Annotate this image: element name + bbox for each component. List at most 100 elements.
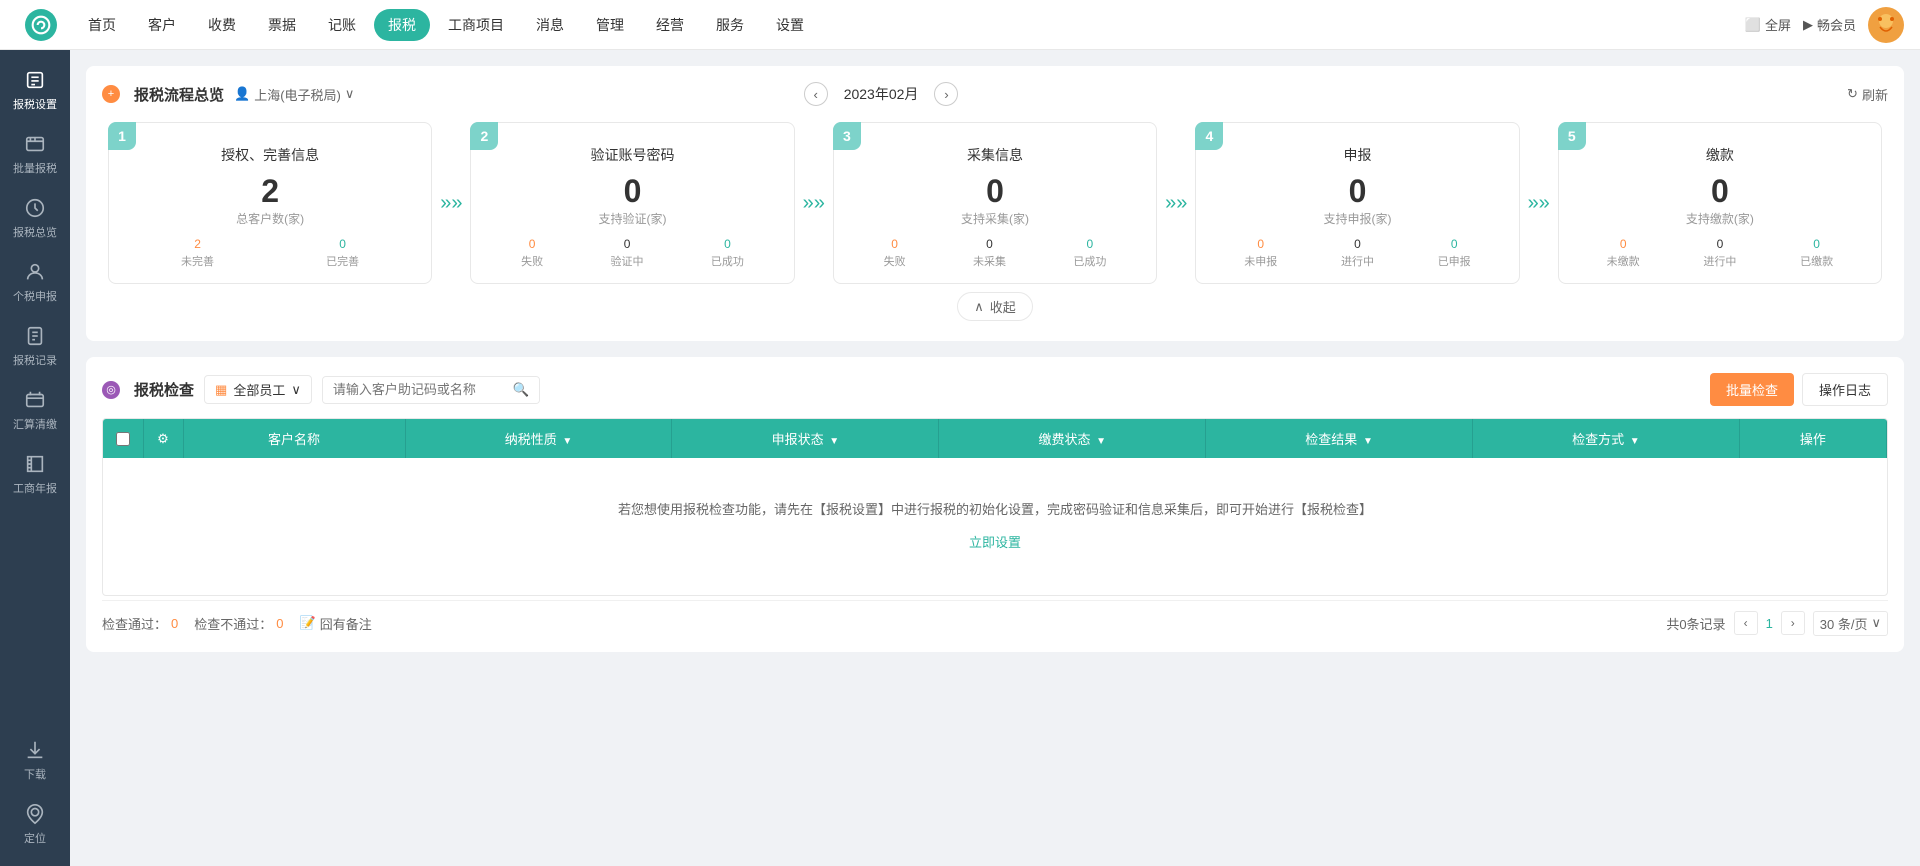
refresh-icon: ↻ bbox=[1847, 86, 1858, 102]
search-input[interactable] bbox=[323, 377, 503, 402]
stat-label-1-1: 已完善 bbox=[326, 253, 359, 269]
stat-val-3-1: 0 bbox=[986, 237, 993, 251]
download-icon bbox=[23, 738, 47, 762]
nav-item-customer[interactable]: 客户 bbox=[134, 9, 190, 41]
employee-filter-icon: ▦ bbox=[215, 382, 227, 398]
collapse-bar: ∧ 收起 bbox=[102, 284, 1888, 325]
sidebar-item-location[interactable]: 定位 bbox=[0, 794, 70, 854]
location-tag[interactable]: 👤 上海(电子税局) ∨ bbox=[234, 85, 354, 104]
nav-item-service[interactable]: 服务 bbox=[702, 9, 758, 41]
search-button[interactable]: 🔍 bbox=[503, 377, 540, 403]
sidebar-item-download[interactable]: 下载 bbox=[0, 730, 70, 790]
refresh-btn[interactable]: ↻ 刷新 bbox=[1847, 85, 1888, 104]
stat-label-1-0: 未完善 bbox=[181, 253, 214, 269]
stat-val-3-2: 0 bbox=[1087, 237, 1094, 251]
stat-label-2-2: 已成功 bbox=[711, 253, 744, 269]
empty-text: 若您想使用报税检查功能，请先在【报税设置】中进行报税的初始化设置，完成密码验证和… bbox=[123, 498, 1867, 521]
th-check-method[interactable]: 检查方式 ▼ bbox=[1473, 419, 1740, 458]
nav-item-operation[interactable]: 经营 bbox=[642, 9, 698, 41]
fail-count[interactable]: 0 bbox=[276, 616, 283, 631]
stat-val-1-0: 2 bbox=[194, 237, 201, 251]
annual-report-icon bbox=[23, 452, 47, 476]
step-num-5: 5 bbox=[1558, 122, 1586, 150]
th-check-result[interactable]: 检查结果 ▼ bbox=[1206, 419, 1473, 458]
employee-filter[interactable]: ▦ 全部员工 ∨ bbox=[204, 375, 312, 404]
per-page-chevron-icon: ∨ bbox=[1871, 615, 1881, 631]
logo bbox=[16, 0, 66, 50]
th-tax-nature[interactable]: 纳税性质 ▼ bbox=[405, 419, 672, 458]
step-sub-5: 支持缴款(家) bbox=[1575, 210, 1865, 227]
tax-settings-icon bbox=[23, 68, 47, 92]
sidebar-item-tax-settlement[interactable]: 汇算清缴 bbox=[0, 378, 70, 442]
step-title-3: 采集信息 bbox=[850, 145, 1140, 165]
table-header-row: ⚙ 客户名称 纳税性质 ▼ 申报状态 ▼ bbox=[103, 419, 1887, 458]
nav-item-message[interactable]: 消息 bbox=[522, 9, 578, 41]
stat-val-5-1: 0 bbox=[1717, 237, 1724, 251]
nav-item-home[interactable]: 首页 bbox=[74, 9, 130, 41]
sidebar-item-tax-record[interactable]: 报税记录 bbox=[0, 314, 70, 378]
arrow-3: »» bbox=[1163, 122, 1189, 284]
location-person-icon: 👤 bbox=[234, 86, 250, 102]
fullscreen-btn[interactable]: ⬜ 全屏 bbox=[1745, 15, 1791, 34]
top-nav: 首页 客户 收费 票据 记账 报税 工商项目 消息 管理 经营 服务 设置 ⬜ … bbox=[0, 0, 1920, 50]
stat-val-4-2: 0 bbox=[1451, 237, 1458, 251]
nav-item-bookkeeping[interactable]: 记账 bbox=[314, 9, 370, 41]
nav-item-business[interactable]: 工商项目 bbox=[434, 9, 518, 41]
step-stats-2: 0 失败 0 验证中 0 已成功 bbox=[487, 237, 777, 269]
batch-check-btn[interactable]: 批量检查 bbox=[1710, 373, 1794, 406]
step-count-3: 0 bbox=[850, 173, 1140, 210]
prev-page-btn[interactable]: ‹ bbox=[1734, 611, 1758, 635]
tax-check-section: ◎ 报税检查 ▦ 全部员工 ∨ 🔍 批量检查 操作日志 bbox=[86, 357, 1904, 652]
sidebar-item-personal-tax[interactable]: 个税申报 bbox=[0, 250, 70, 314]
step-sub-1: 总客户数(家) bbox=[125, 210, 415, 227]
next-page-btn[interactable]: › bbox=[1781, 611, 1805, 635]
step-count-2: 0 bbox=[487, 173, 777, 210]
select-all-checkbox[interactable] bbox=[116, 432, 130, 446]
check-table-wrapper: ⚙ 客户名称 纳税性质 ▼ 申报状态 ▼ bbox=[102, 418, 1888, 596]
stat-col-2-1: 0 验证中 bbox=[611, 237, 644, 269]
header-right: 批量检查 操作日志 bbox=[1710, 373, 1888, 406]
step-sub-2: 支持验证(家) bbox=[487, 210, 777, 227]
sidebar-item-tax-settings[interactable]: 报税设置 bbox=[0, 58, 70, 122]
stat-label-4-0: 未申报 bbox=[1244, 253, 1277, 269]
avatar[interactable] bbox=[1868, 7, 1904, 43]
nav-item-tax[interactable]: 报税 bbox=[374, 9, 430, 41]
tax-settlement-icon bbox=[23, 388, 47, 412]
flow-step-5: 5 缴款 0 支持缴款(家) 0 未缴款 0 进行中 bbox=[1558, 122, 1882, 284]
step-sub-3: 支持采集(家) bbox=[850, 210, 1140, 227]
th-customer-name[interactable]: 客户名称 bbox=[183, 419, 405, 458]
check-header: ◎ 报税检查 ▦ 全部员工 ∨ 🔍 批量检查 操作日志 bbox=[102, 373, 1888, 406]
personal-tax-icon bbox=[23, 260, 47, 284]
collapse-btn[interactable]: ∧ 收起 bbox=[957, 292, 1033, 321]
sidebar-item-batch-tax[interactable]: 批量报税 bbox=[0, 122, 70, 186]
check-icon: ◎ bbox=[102, 381, 120, 399]
pass-count[interactable]: 0 bbox=[171, 616, 178, 631]
nav-right: ⬜ 全屏 ▶ 畅会员 bbox=[1745, 7, 1904, 43]
stat-col-2-2: 0 已成功 bbox=[711, 237, 744, 269]
sidebar-item-tax-overview[interactable]: 报税总览 bbox=[0, 186, 70, 250]
content-area: + 报税流程总览 👤 上海(电子税局) ∨ ‹ 2023年02月 › ↻ 刷新 bbox=[70, 50, 1920, 866]
sidebar: 报税设置 批量报税 报税总览 bbox=[0, 50, 70, 866]
stat-col-4-1: 0 进行中 bbox=[1341, 237, 1374, 269]
operation-log-btn[interactable]: 操作日志 bbox=[1802, 373, 1888, 406]
nav-item-settings[interactable]: 设置 bbox=[762, 9, 818, 41]
prev-month-btn[interactable]: ‹ bbox=[804, 82, 828, 106]
setup-link[interactable]: 立即设置 bbox=[969, 535, 1021, 550]
nav-item-fee[interactable]: 收费 bbox=[194, 9, 250, 41]
vip-btn[interactable]: ▶ 畅会员 bbox=[1803, 15, 1856, 34]
th-pay-status[interactable]: 缴费状态 ▼ bbox=[939, 419, 1206, 458]
stat-val-3-0: 0 bbox=[891, 237, 898, 251]
stat-val-2-0: 0 bbox=[529, 237, 536, 251]
per-page-select[interactable]: 30 条/页 ∨ bbox=[1813, 611, 1888, 636]
stat-col-3-1: 0 未采集 bbox=[973, 237, 1006, 269]
step-stats-4: 0 未申报 0 进行中 0 已申报 bbox=[1212, 237, 1502, 269]
step-num-1: 1 bbox=[108, 122, 136, 150]
next-month-btn[interactable]: › bbox=[934, 82, 958, 106]
flow-steps: 1 授权、完善信息 2 总客户数(家) 2 未完善 0 已完善 bbox=[102, 122, 1888, 284]
sidebar-item-annual-report[interactable]: 工商年报 bbox=[0, 442, 70, 506]
th-declare-status[interactable]: 申报状态 ▼ bbox=[672, 419, 939, 458]
checkbox-th bbox=[103, 419, 143, 458]
nav-item-management[interactable]: 管理 bbox=[582, 9, 638, 41]
step-count-1: 2 bbox=[125, 173, 415, 210]
nav-item-invoice[interactable]: 票据 bbox=[254, 9, 310, 41]
